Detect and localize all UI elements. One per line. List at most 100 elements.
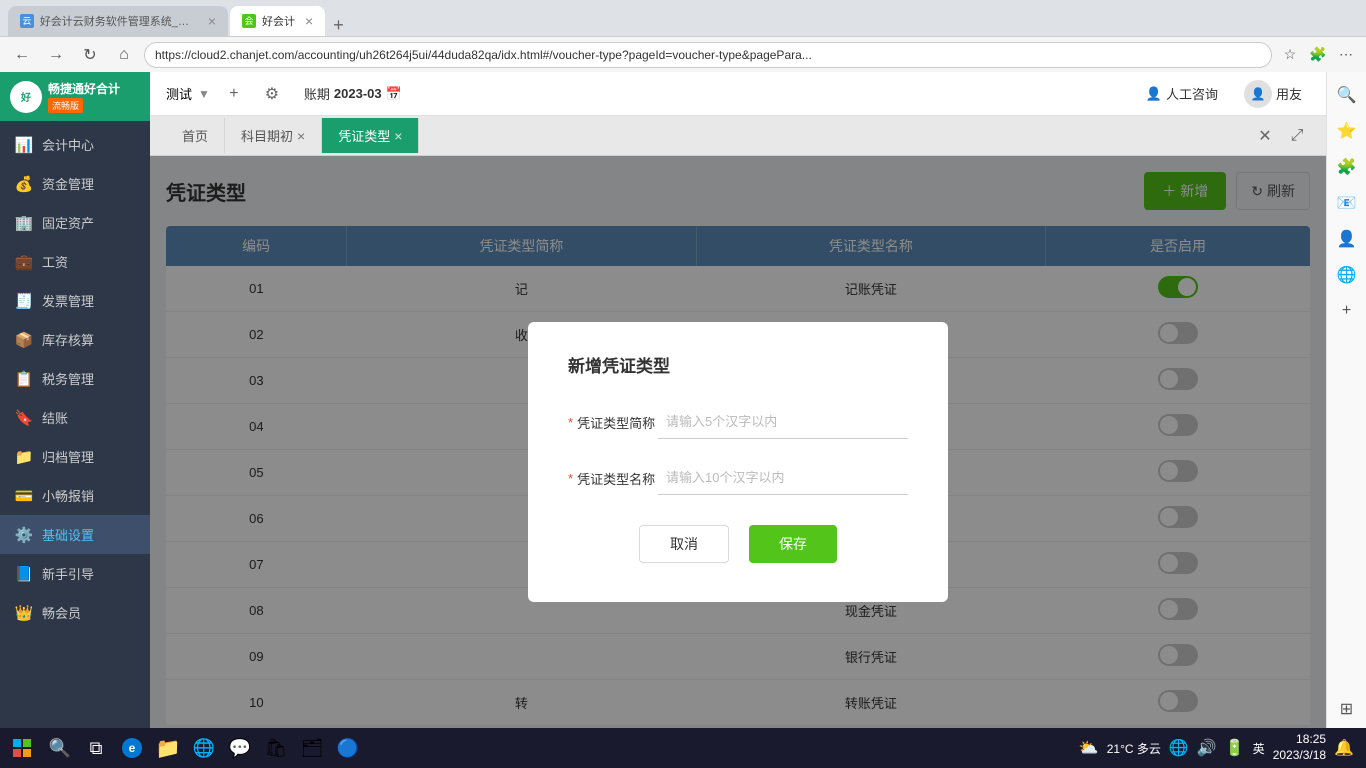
modal-footer: 取消 保存 — [568, 525, 908, 563]
sidebar-item-invoice[interactable]: 🧾 发票管理 — [0, 281, 150, 320]
sidebar-logo[interactable]: 好 畅捷通好合计 流畅版 — [0, 72, 150, 121]
period-calendar-icon[interactable]: 📅 — [386, 86, 402, 102]
language-text[interactable]: 英 — [1253, 740, 1265, 757]
archive-icon: 📁 — [14, 448, 34, 466]
right-globe-button[interactable]: 🌐 — [1332, 260, 1362, 290]
fullname-label-text: 凭证类型名称 — [577, 469, 655, 488]
page-tab-voucher-type[interactable]: 凭证类型 × — [322, 118, 419, 153]
workspace-name: 测试 — [166, 84, 192, 103]
expense-icon: 💳 — [14, 487, 34, 505]
assets-icon: 🏢 — [14, 214, 34, 232]
taskbar-search[interactable]: 🔍 — [44, 732, 76, 764]
favorites-button[interactable]: ☆ — [1278, 43, 1302, 67]
period-info: 账期 2023-03 📅 — [304, 84, 402, 103]
user-label: 用友 — [1276, 84, 1302, 103]
right-grid-button[interactable]: ⊞ — [1332, 694, 1362, 724]
page-tab-subject[interactable]: 科目期初 × — [225, 118, 322, 153]
sidebar-item-settings[interactable]: ⚙️ 基础设置 — [0, 515, 150, 554]
save-button[interactable]: 保存 — [749, 525, 837, 563]
sidebar-item-salary[interactable]: 💼 工资 — [0, 242, 150, 281]
refresh-button[interactable]: ↻ — [76, 41, 104, 69]
add-voucher-type-modal: 新增凭证类型 * 凭证类型简称 * 凭证类型名称 — [528, 322, 948, 602]
address-input[interactable] — [144, 42, 1272, 68]
tab-close-2[interactable]: × — [305, 14, 313, 28]
right-star-button[interactable]: ⭐ — [1332, 116, 1362, 146]
settlement-icon: 🔖 — [14, 409, 34, 427]
user-button[interactable]: 👤 用友 — [1236, 76, 1310, 112]
cancel-button[interactable]: 取消 — [639, 525, 729, 563]
home-button[interactable]: ⌂ — [110, 41, 138, 69]
tab-close-1[interactable]: × — [208, 14, 216, 28]
forward-button[interactable]: → — [42, 41, 70, 69]
network-icon[interactable]: 🌐 — [1169, 738, 1189, 758]
sidebar-item-member[interactable]: 👑 畅会员 — [0, 593, 150, 632]
right-add-button[interactable]: + — [1332, 296, 1362, 326]
right-search-button[interactable]: 🔍 — [1332, 80, 1362, 110]
page-tab-voucher-label: 凭证类型 — [338, 126, 390, 145]
right-user-button[interactable]: 👤 — [1332, 224, 1362, 254]
salary-icon: 💼 — [14, 253, 34, 271]
sidebar-item-dashboard[interactable]: 📊 会计中心 — [0, 125, 150, 164]
browser-tab-1[interactable]: 云 好会计云财务软件管理系统_会计 × — [8, 6, 228, 36]
extensions-button[interactable]: 🧩 — [1306, 43, 1330, 67]
workspace-selector[interactable]: 测试 ▼ — [166, 84, 210, 103]
weather-text: 21°C 多云 — [1107, 740, 1161, 757]
sidebar-label-member: 畅会员 — [42, 603, 81, 622]
clock-time: 18:25 — [1273, 732, 1326, 748]
sidebar-item-assets[interactable]: 🏢 固定资产 — [0, 203, 150, 242]
right-email-button[interactable]: 📧 — [1332, 188, 1362, 218]
sidebar-item-settlement[interactable]: 🔖 结账 — [0, 398, 150, 437]
new-tab-button[interactable]: + — [327, 15, 350, 36]
page-tabs: 首页 科目期初 × 凭证类型 × ✕ ⤢ — [150, 116, 1326, 156]
sidebar-item-inventory[interactable]: 📦 库存核算 — [0, 320, 150, 359]
sidebar-item-archive[interactable]: 📁 归档管理 — [0, 437, 150, 476]
close-tab-button[interactable]: ✕ — [1252, 123, 1278, 149]
modal-title: 新增凭证类型 — [568, 352, 908, 377]
taskbar-files[interactable]: 🗂 — [296, 732, 328, 764]
shortname-input[interactable] — [658, 405, 908, 439]
sidebar-label-settings: 基础设置 — [42, 525, 94, 544]
taskbar-edge2[interactable]: 🔵 — [332, 732, 364, 764]
notification-icon[interactable]: 🔔 — [1334, 738, 1354, 758]
sidebar-label-inventory: 库存核算 — [42, 330, 94, 349]
start-button[interactable] — [4, 730, 40, 766]
support-button[interactable]: 👤 人工咨询 — [1138, 80, 1226, 107]
tab-favicon-2: 会 — [242, 14, 256, 28]
required-star-shortname: * — [568, 415, 573, 430]
sidebar-item-guide[interactable]: 📘 新手引导 — [0, 554, 150, 593]
sidebar-item-funds[interactable]: 💰 资金管理 — [0, 164, 150, 203]
taskbar-taskview[interactable]: ⧉ — [80, 732, 112, 764]
battery-icon[interactable]: 🔋 — [1225, 738, 1245, 758]
add-workspace-button[interactable]: + — [220, 80, 248, 108]
page-tab-voucher-close[interactable]: × — [394, 128, 402, 144]
taskbar-store[interactable]: 🛍 — [260, 732, 292, 764]
taskbar-chrome[interactable]: 🌐 — [188, 732, 220, 764]
taskbar-wechat[interactable]: 💬 — [224, 732, 256, 764]
top-toolbar: 测试 ▼ + ⚙ 账期 2023-03 📅 👤 人工咨询 👤 用友 — [150, 72, 1326, 116]
page-tab-home[interactable]: 首页 — [166, 118, 225, 153]
sidebar-item-expense[interactable]: 💳 小畅报销 — [0, 476, 150, 515]
sidebar: 好 畅捷通好合计 流畅版 📊 会计中心 💰 资金管理 🏢 固定资产 💼 工资 — [0, 72, 150, 768]
taskbar-edge[interactable]: e — [116, 732, 148, 764]
settings-menu-button[interactable]: ⋯ — [1334, 43, 1358, 67]
page-tab-home-label: 首页 — [182, 126, 208, 145]
fullscreen-tab-button[interactable]: ⤢ — [1284, 123, 1310, 149]
user-avatar: 👤 — [1244, 80, 1272, 108]
page-tab-subject-close[interactable]: × — [297, 128, 305, 144]
tab-title-1: 好会计云财务软件管理系统_会计 — [40, 13, 198, 29]
fullname-input[interactable] — [658, 461, 908, 495]
sidebar-item-tax[interactable]: 📋 税务管理 — [0, 359, 150, 398]
volume-icon[interactable]: 🔊 — [1197, 738, 1217, 758]
taskbar-explorer[interactable]: 📁 — [152, 732, 184, 764]
browser-tab-2[interactable]: 会 好会计 × — [230, 6, 325, 36]
back-button[interactable]: ← — [8, 41, 36, 69]
required-star-fullname: * — [568, 471, 573, 486]
shortname-label: * 凭证类型简称 — [568, 413, 658, 432]
clock-date: 2023/3/18 — [1273, 748, 1326, 764]
guide-icon: 📘 — [14, 565, 34, 583]
taskbar-clock[interactable]: 18:25 2023/3/18 — [1273, 732, 1326, 763]
sidebar-label-settlement: 结账 — [42, 408, 68, 427]
sidebar-label-guide: 新手引导 — [42, 564, 94, 583]
settings-toolbar-button[interactable]: ⚙ — [258, 80, 286, 108]
right-puzzle-button[interactable]: 🧩 — [1332, 152, 1362, 182]
